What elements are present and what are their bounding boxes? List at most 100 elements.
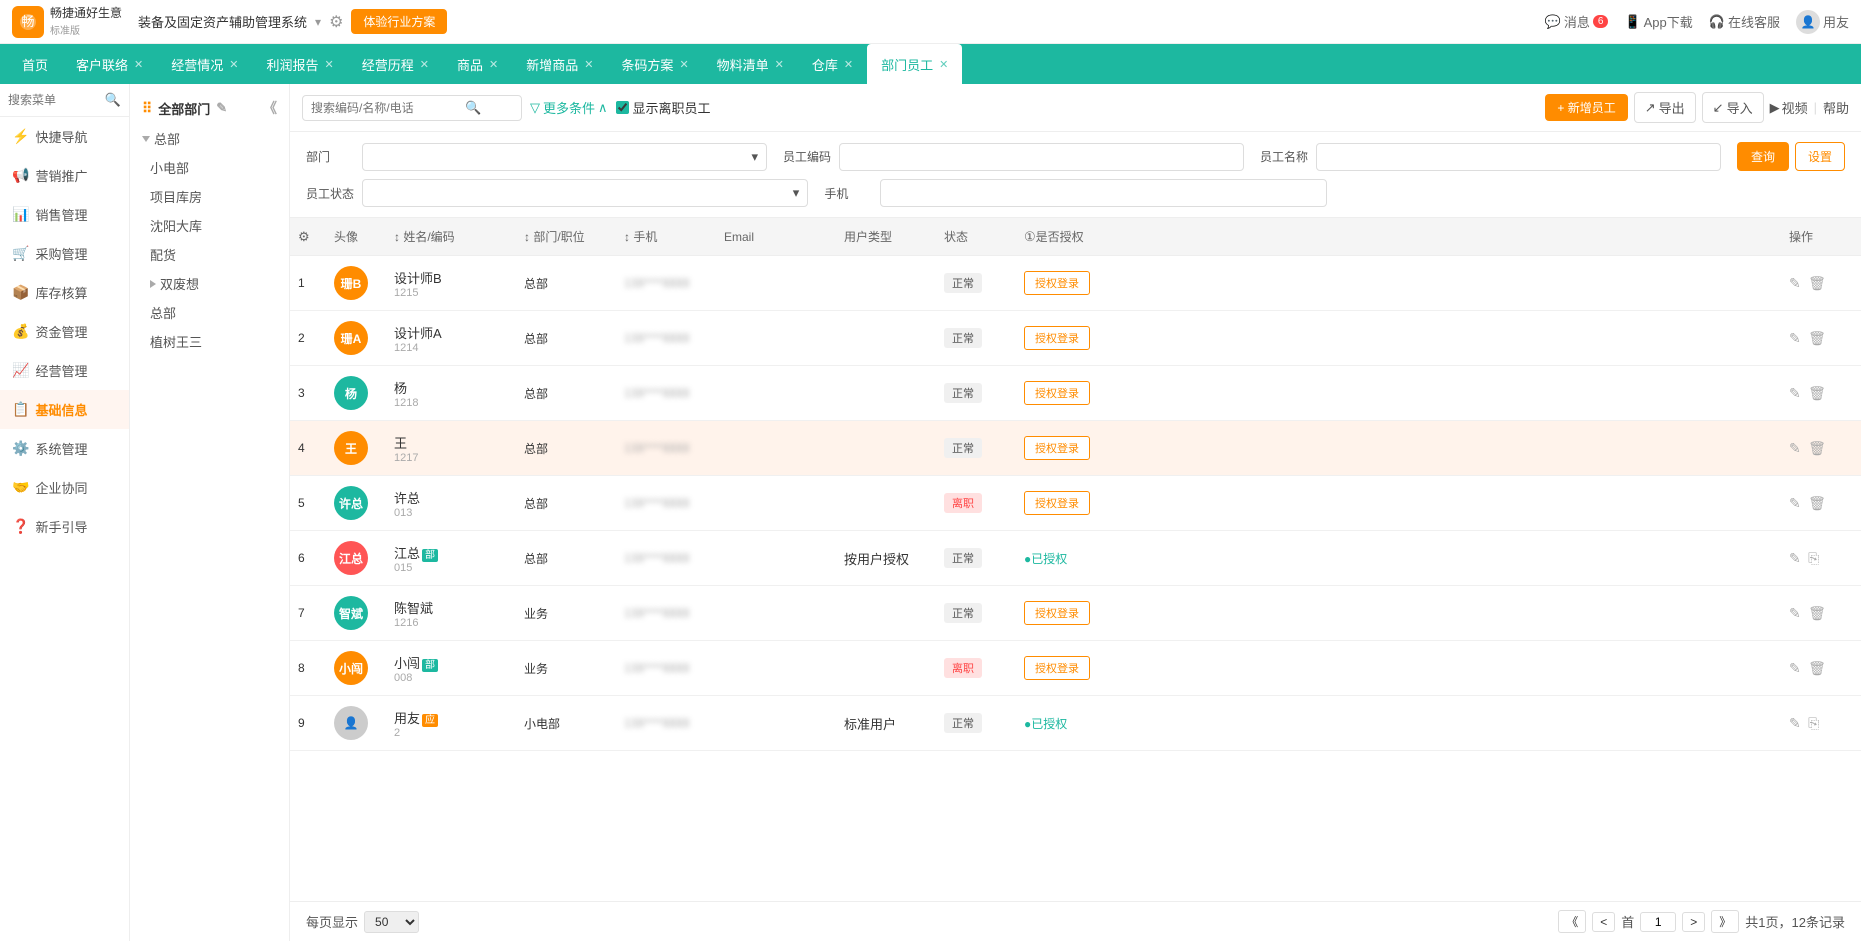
row8-auth-btn[interactable]: 授权登录 [1024,656,1090,680]
row5-delete-icon[interactable]: 🗑 [1808,495,1826,511]
page-number-input[interactable] [1640,912,1676,932]
user-btn[interactable]: 👤 用友 [1796,10,1849,34]
dept-item-planter[interactable]: 植树王三 [130,327,289,356]
query-btn[interactable]: 查询 [1737,142,1789,171]
prev-page-btn[interactable]: < [1592,912,1615,932]
tab-bom[interactable]: 物料清单✕ [703,44,798,84]
sidebar-item-collab[interactable]: 🤝 企业协同 [0,468,129,507]
tab-barcode[interactable]: 条码方案✕ [607,44,702,84]
dept-item-delivery[interactable]: 配货 [130,240,289,269]
dept-item-hq[interactable]: 总部 [130,298,289,327]
row1-edit-icon[interactable]: ✎ [1789,275,1801,291]
row4-auth-btn[interactable]: 授权登录 [1024,436,1090,460]
row3-edit-icon[interactable]: ✎ [1789,385,1801,401]
dept-item-shenyang[interactable]: 沈阳大库 [130,211,289,240]
row3-delete-icon[interactable]: 🗑 [1808,385,1826,401]
sidebar-item-guide[interactable]: ❓ 新手引导 [0,507,129,546]
message-btn[interactable]: 💬 消息 6 [1545,12,1609,31]
tab-goods-close[interactable]: ✕ [489,58,498,71]
sidebar-search-input[interactable] [8,93,101,107]
row1-auth-btn[interactable]: 授权登录 [1024,271,1090,295]
filter-status-select[interactable]: ▾ [362,179,808,207]
tab-add-goods-close[interactable]: ✕ [584,58,593,71]
dept-collapse-btn[interactable]: 《 [263,98,277,118]
next-page-btn[interactable]: > [1682,912,1705,932]
row1-delete-icon[interactable]: 🗑 [1808,275,1826,291]
row4-edit-icon[interactable]: ✎ [1789,440,1801,456]
tab-bom-close[interactable]: ✕ [775,58,784,71]
row5-auth-btn[interactable]: 授权登录 [1024,491,1090,515]
sidebar-item-inventory[interactable]: 📦 库存核算 [0,273,129,312]
row8-edit-icon[interactable]: ✎ [1789,660,1801,676]
tab-barcode-close[interactable]: ✕ [679,58,688,71]
col-name[interactable]: ↕ 姓名/编码 [386,218,516,256]
tab-department[interactable]: 部门员工✕ [867,44,962,84]
row4-delete-icon[interactable]: 🗑 [1808,440,1826,456]
tab-goods[interactable]: 商品✕ [443,44,512,84]
dept-item-root[interactable]: 总部 [130,124,289,153]
add-employee-btn[interactable]: + 新增员工 [1545,94,1627,121]
filter-phone-input[interactable] [880,179,1326,207]
export-btn[interactable]: ↗ 导出 [1634,92,1696,123]
filter-code-input[interactable] [839,143,1244,171]
row2-edit-icon[interactable]: ✎ [1789,330,1801,346]
sidebar-item-basic[interactable]: 📋 基础信息 [0,390,129,429]
tab-profit[interactable]: 利润报告✕ [252,44,347,84]
tab-operation-close[interactable]: ✕ [229,58,238,71]
show-resigned-checkbox[interactable] [616,101,629,114]
tab-warehouse-close[interactable]: ✕ [844,58,853,71]
sidebar-item-finance[interactable]: 💰 资金管理 [0,312,129,351]
filter-name-input[interactable] [1316,143,1721,171]
sidebar-item-purchase[interactable]: 🛒 采购管理 [0,234,129,273]
col-dept[interactable]: ↕ 部门/职位 [516,218,616,256]
tab-warehouse[interactable]: 仓库✕ [798,44,867,84]
more-filter-btn[interactable]: ▽ 更多条件 ∧ [530,98,608,117]
row2-delete-icon[interactable]: 🗑 [1808,330,1826,346]
sidebar-item-shortcut[interactable]: ⚡ 快捷导航 [0,117,129,156]
row6-copy-icon[interactable]: ⎘ [1808,550,1819,566]
row5-edit-icon[interactable]: ✎ [1789,495,1801,511]
last-page-btn[interactable]: 》 [1711,910,1739,933]
tab-department-close[interactable]: ✕ [939,58,948,71]
sidebar-item-mgmt[interactable]: 📈 经营管理 [0,351,129,390]
row6-edit-icon[interactable]: ✎ [1789,550,1801,566]
experience-btn[interactable]: 体验行业方案 [351,9,447,34]
sidebar-item-system[interactable]: ⚙️ 系统管理 [0,429,129,468]
tab-profit-close[interactable]: ✕ [325,58,334,71]
view-btn[interactable]: ▶ 视频 [1770,98,1808,117]
row7-auth-btn[interactable]: 授权登录 [1024,601,1090,625]
import-btn[interactable]: ↙ 导入 [1702,92,1764,123]
tab-add-goods[interactable]: 新增商品✕ [512,44,607,84]
row7-edit-icon[interactable]: ✎ [1789,605,1801,621]
dept-item-project[interactable]: 项目库房 [130,182,289,211]
tab-customer-close[interactable]: ✕ [134,58,143,71]
col-settings[interactable]: ⚙ [290,218,326,256]
settings-icon[interactable]: ⚙ [329,12,343,32]
row2-auth-btn[interactable]: 授权登录 [1024,326,1090,350]
col-phone[interactable]: ↕ 手机 [616,218,716,256]
row9-edit-icon[interactable]: ✎ [1789,715,1801,731]
tab-home[interactable]: 首页 [8,44,62,84]
tab-customer[interactable]: 客户联络✕ [62,44,157,84]
sidebar-item-marketing[interactable]: 📢 营销推广 [0,156,129,195]
filter-dept-select[interactable]: ▾ [362,143,767,171]
dept-edit-icon[interactable]: ✎ [216,100,227,116]
dept-item-dual[interactable]: 双废想 [130,269,289,298]
show-resigned-filter[interactable]: 显示离职员工 [616,98,711,117]
online-service-btn[interactable]: 🎧 在线客服 [1709,12,1780,31]
sidebar-item-sales[interactable]: 📊 销售管理 [0,195,129,234]
sys-title-dropdown[interactable]: ▾ [315,15,321,29]
dept-item-xdept[interactable]: 小电部 [130,153,289,182]
row9-copy-icon[interactable]: ⎘ [1808,715,1819,731]
row8-delete-icon[interactable]: 🗑 [1808,660,1826,676]
app-download-btn[interactable]: 📱 App下载 [1624,12,1692,31]
tab-operation[interactable]: 经营情况✕ [157,44,252,84]
tab-history-close[interactable]: ✕ [420,58,429,71]
row7-delete-icon[interactable]: 🗑 [1808,605,1826,621]
first-page-btn[interactable]: 《 [1558,910,1586,933]
per-page-select[interactable]: 50 100 [364,911,419,933]
tab-history[interactable]: 经营历程✕ [348,44,443,84]
row3-auth-btn[interactable]: 授权登录 [1024,381,1090,405]
set-btn[interactable]: 设置 [1795,142,1845,171]
help-btn[interactable]: 帮助 [1823,98,1849,117]
